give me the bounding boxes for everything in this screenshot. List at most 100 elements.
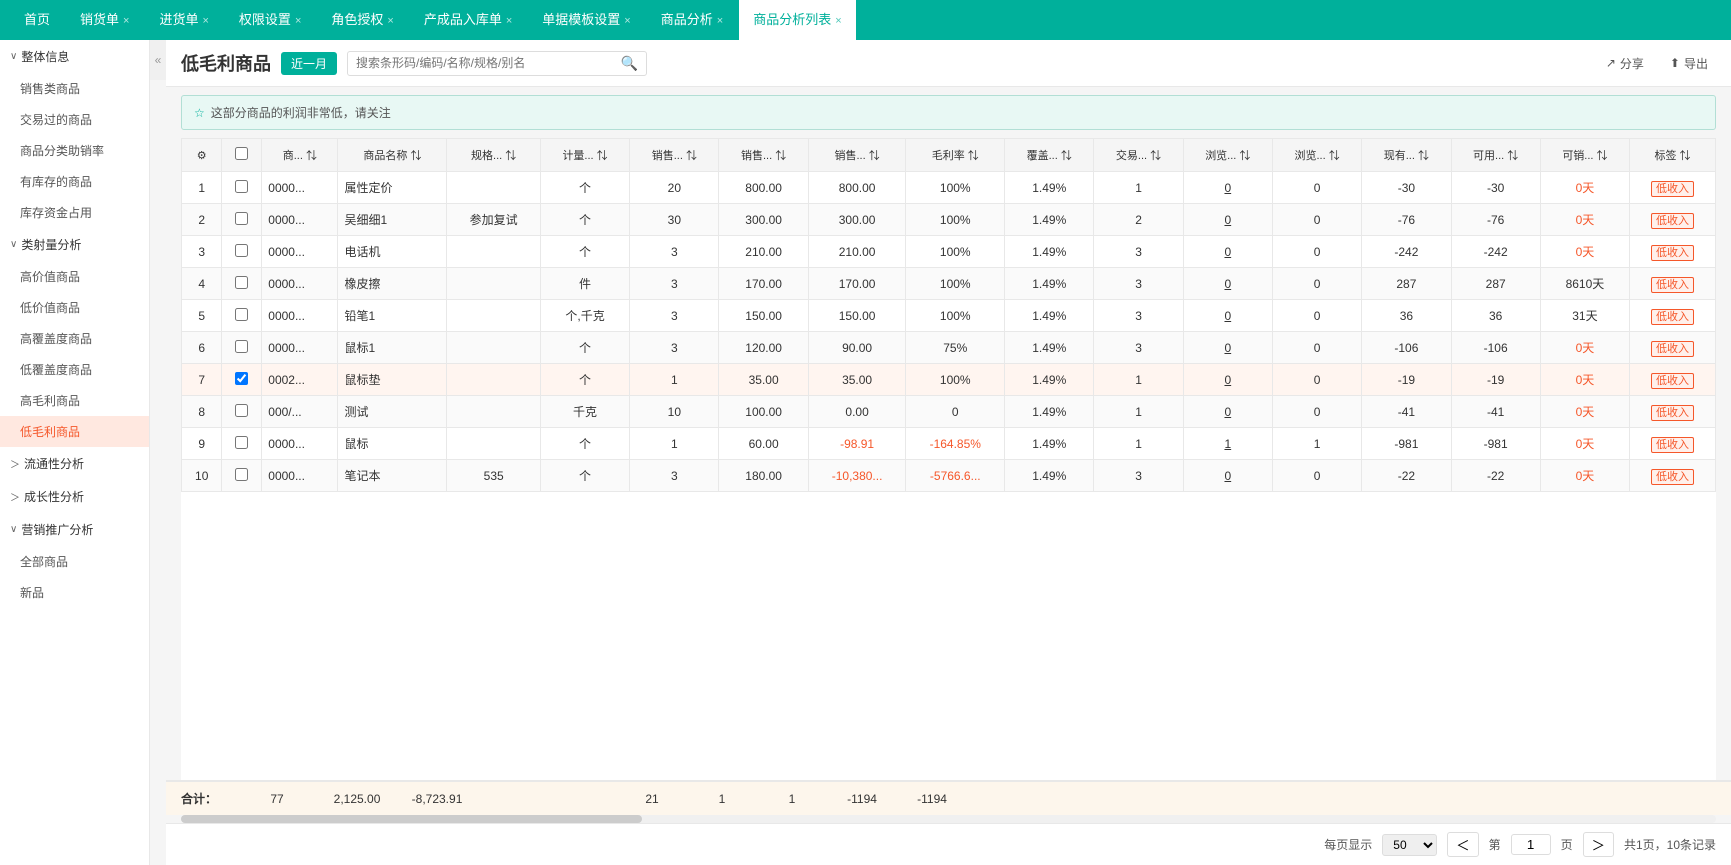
sidebar-item-traded-goods[interactable]: 交易过的商品	[0, 104, 149, 135]
table-row[interactable]: 2 0000... 吴细细1 参加复试 个 30 300.00 300.00 1…	[182, 204, 1716, 236]
col-sales1[interactable]: 销售... ⇅	[630, 139, 719, 172]
row-browse1[interactable]: 1	[1183, 428, 1272, 460]
row-checkbox[interactable]	[222, 172, 262, 204]
row-name[interactable]: 测试	[338, 396, 447, 428]
row-select-checkbox[interactable]	[235, 436, 248, 449]
row-name[interactable]: 电话机	[338, 236, 447, 268]
row-checkbox[interactable]	[222, 428, 262, 460]
nav-product-in[interactable]: 产成品入库单×	[410, 0, 526, 40]
table-row[interactable]: 9 0000... 鼠标 个 1 60.00 -98.91 -164.85% 1…	[182, 428, 1716, 460]
sidebar-item-high-value[interactable]: 高价值商品	[0, 261, 149, 292]
nav-goods-analysis-close[interactable]: ×	[717, 15, 723, 27]
sidebar-collapse-button[interactable]: «	[150, 40, 166, 80]
row-name[interactable]: 笔记本	[338, 460, 447, 492]
nav-role-close[interactable]: ×	[387, 15, 393, 27]
nav-template-close[interactable]: ×	[624, 15, 630, 27]
row-checkbox[interactable]	[222, 460, 262, 492]
nav-goods-analysis-list-close[interactable]: ×	[835, 15, 841, 27]
sidebar-item-high-coverage[interactable]: 高覆盖度商品	[0, 323, 149, 354]
nav-sales[interactable]: 销货单×	[66, 0, 143, 40]
export-button[interactable]: ⬆ 导出	[1662, 51, 1716, 76]
row-checkbox[interactable]	[222, 332, 262, 364]
row-select-checkbox[interactable]	[235, 308, 248, 321]
row-browse1[interactable]: 0	[1183, 236, 1272, 268]
row-select-checkbox[interactable]	[235, 212, 248, 225]
row-checkbox[interactable]	[222, 396, 262, 428]
next-page-button[interactable]: ＞	[1583, 832, 1614, 857]
table-row[interactable]: 5 0000... 铅笔1 个,千克 3 150.00 150.00 100% …	[182, 300, 1716, 332]
col-coverage[interactable]: 覆盖... ⇅	[1005, 139, 1094, 172]
sidebar-item-all-goods[interactable]: 全部商品	[0, 546, 149, 577]
row-name[interactable]: 吴细细1	[338, 204, 447, 236]
nav-permission[interactable]: 权限设置×	[225, 0, 315, 40]
table-row[interactable]: 6 0000... 鼠标1 个 3 120.00 90.00 75% 1.49%…	[182, 332, 1716, 364]
sidebar-item-low-profit[interactable]: 低毛利商品	[0, 416, 149, 447]
col-unit[interactable]: 计量... ⇅	[540, 139, 629, 172]
scrollbar-thumb[interactable]	[181, 815, 642, 823]
sidebar-section-analysis-title[interactable]: ∨ 类射量分析	[0, 228, 149, 261]
page-number-input[interactable]	[1511, 834, 1551, 855]
row-browse1[interactable]: 0	[1183, 332, 1272, 364]
row-name[interactable]: 橡皮擦	[338, 268, 447, 300]
select-all-checkbox[interactable]	[235, 147, 248, 160]
col-sellable[interactable]: 可销... ⇅	[1540, 139, 1629, 172]
search-icon[interactable]: 🔍	[621, 55, 638, 72]
nav-permission-close[interactable]: ×	[295, 15, 301, 27]
share-button[interactable]: ↗ 分享	[1598, 51, 1652, 76]
col-sales2[interactable]: 销售... ⇅	[719, 139, 808, 172]
col-spec[interactable]: 规格... ⇅	[447, 139, 541, 172]
col-sales3[interactable]: 销售... ⇅	[808, 139, 906, 172]
sidebar-item-sales-goods[interactable]: 销售类商品	[0, 73, 149, 104]
row-select-checkbox[interactable]	[235, 276, 248, 289]
row-select-checkbox[interactable]	[235, 180, 248, 193]
sidebar-item-stock-goods[interactable]: 有库存的商品	[0, 166, 149, 197]
row-checkbox[interactable]	[222, 236, 262, 268]
row-browse1[interactable]: 0	[1183, 300, 1272, 332]
horizontal-scrollbar[interactable]	[181, 815, 1716, 823]
row-select-checkbox[interactable]	[235, 372, 248, 385]
page-size-select[interactable]: 50 100	[1382, 834, 1437, 856]
nav-home[interactable]: 首页	[10, 0, 64, 40]
nav-sales-close[interactable]: ×	[123, 15, 129, 27]
row-name[interactable]: 鼠标1	[338, 332, 447, 364]
row-checkbox[interactable]	[222, 300, 262, 332]
table-row[interactable]: 8 000/... 测试 千克 10 100.00 0.00 0 1.49% 1…	[182, 396, 1716, 428]
row-name[interactable]: 属性定价	[338, 172, 447, 204]
sidebar-section-marketing-title[interactable]: ∨ 营销推广分析	[0, 513, 149, 546]
row-name[interactable]: 鼠标垫	[338, 364, 447, 396]
col-browse2[interactable]: 浏览... ⇅	[1272, 139, 1361, 172]
sidebar-item-high-profit[interactable]: 高毛利商品	[0, 385, 149, 416]
col-tag[interactable]: 标签 ⇅	[1630, 139, 1716, 172]
row-select-checkbox[interactable]	[235, 468, 248, 481]
sidebar-item-stock-capital[interactable]: 库存资金占用	[0, 197, 149, 228]
sidebar-item-low-value[interactable]: 低价值商品	[0, 292, 149, 323]
row-select-checkbox[interactable]	[235, 244, 248, 257]
sidebar-section-circulation-title[interactable]: ＞ 流通性分析	[0, 447, 149, 480]
table-row[interactable]: 7 0002... 鼠标垫 个 1 35.00 35.00 100% 1.49%…	[182, 364, 1716, 396]
search-input[interactable]	[356, 56, 616, 70]
row-name[interactable]: 鼠标	[338, 428, 447, 460]
nav-product-in-close[interactable]: ×	[506, 15, 512, 27]
table-row[interactable]: 1 0000... 属性定价 个 20 800.00 800.00 100% 1…	[182, 172, 1716, 204]
nav-role[interactable]: 角色授权×	[317, 0, 407, 40]
col-checkbox-all[interactable]	[222, 139, 262, 172]
row-browse1[interactable]: 0	[1183, 172, 1272, 204]
row-select-checkbox[interactable]	[235, 404, 248, 417]
sidebar-section-overall-title[interactable]: ∨ 整体信息	[0, 40, 149, 73]
filter-month-button[interactable]: 近一月	[281, 52, 337, 75]
row-browse1[interactable]: 0	[1183, 204, 1272, 236]
nav-template[interactable]: 单据模板设置×	[528, 0, 644, 40]
col-name[interactable]: 商品名称 ⇅	[338, 139, 447, 172]
row-browse1[interactable]: 0	[1183, 268, 1272, 300]
row-checkbox[interactable]	[222, 364, 262, 396]
col-usable[interactable]: 可用... ⇅	[1451, 139, 1540, 172]
row-select-checkbox[interactable]	[235, 340, 248, 353]
col-profit-rate[interactable]: 毛利率 ⇅	[906, 139, 1005, 172]
sidebar-item-low-coverage[interactable]: 低覆盖度商品	[0, 354, 149, 385]
row-name[interactable]: 铅笔1	[338, 300, 447, 332]
data-table-container[interactable]: ⚙ 商... ⇅ 商品名称 ⇅ 规格... ⇅ 计量... ⇅ 销售... ⇅ …	[181, 138, 1716, 780]
sidebar-item-category-rate[interactable]: 商品分类助销率	[0, 135, 149, 166]
col-browse1[interactable]: 浏览... ⇅	[1183, 139, 1272, 172]
col-settings[interactable]: ⚙	[182, 139, 222, 172]
sidebar-section-growth-title[interactable]: ＞ 成长性分析	[0, 480, 149, 513]
